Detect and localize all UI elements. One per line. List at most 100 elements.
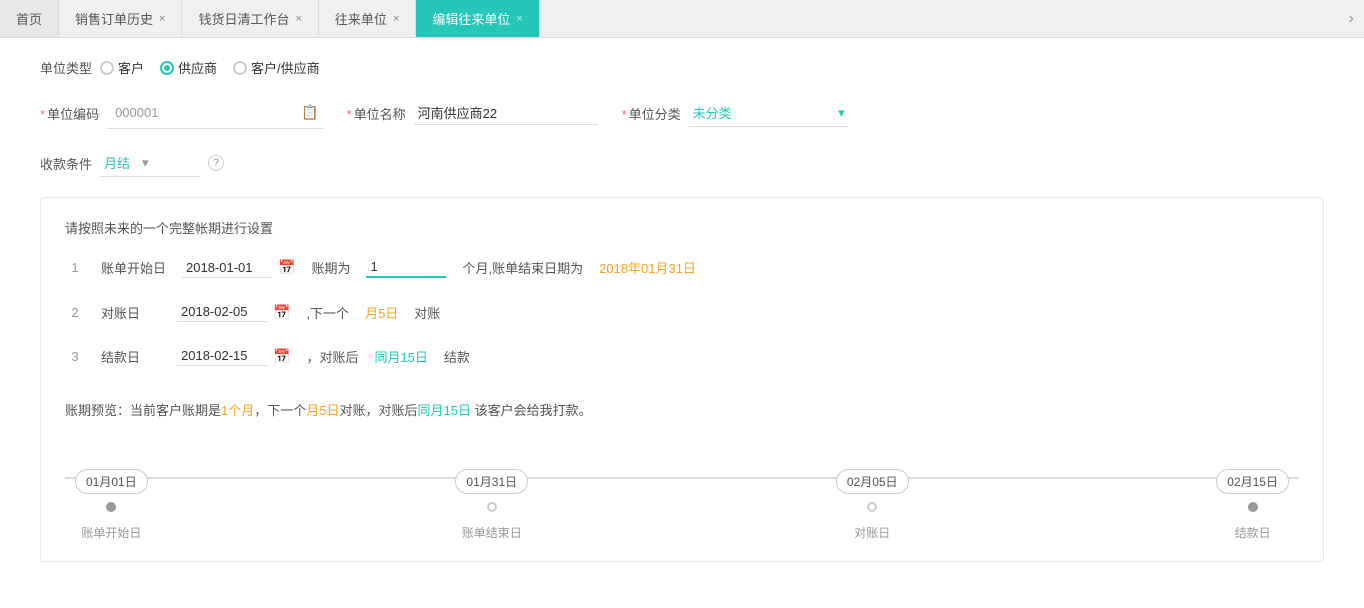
chevron-down-icon: ▾	[838, 105, 845, 121]
radio-circle-both	[233, 61, 247, 75]
preview-payment-day: 同月15日	[418, 403, 471, 418]
preview-part-1: 账期预览：当前客户账期是	[65, 403, 221, 418]
unit-code-input[interactable]	[111, 101, 295, 124]
payment-date-text: 2018-02-15	[177, 346, 267, 366]
timeline-badge-0: 01月01日	[75, 469, 148, 494]
timeline-dot-3	[1248, 502, 1258, 512]
preview-months: 1个月	[221, 403, 254, 418]
setting-row-2: 2 对账日 2018-02-05 📅 ,下一个 月5日 对账	[65, 302, 1299, 322]
setting-row-date-1: 2018-01-01 📅	[182, 258, 295, 278]
recon-highlight: 月5日	[365, 303, 398, 322]
start-date-text: 2018-01-01	[182, 258, 272, 278]
preview-text: 账期预览：当前客户账期是1个月，下一个月5日对账，对账后同月15日 该客户会给我…	[65, 390, 1299, 429]
settings-box: 请按照未来的一个完整帐期进行设置 1 账单开始日 2018-01-01 📅 账期…	[40, 197, 1324, 562]
setting-row-num-2: 2	[65, 305, 85, 320]
settings-box-title: 请按照未来的一个完整帐期进行设置	[65, 218, 1299, 237]
period-input[interactable]	[366, 257, 446, 278]
radio-supplier[interactable]: 供应商	[160, 58, 217, 77]
tab-more-button[interactable]: ›	[1339, 10, 1364, 28]
timeline-dot-2	[867, 502, 877, 512]
tab-sales-history[interactable]: 销售订单历史 ×	[59, 0, 182, 37]
timeline-badge-3: 02月15日	[1216, 469, 1289, 494]
unit-type-label: 单位类型	[40, 58, 92, 77]
tab-cash-work-close[interactable]: ×	[295, 13, 301, 25]
payment-date-calendar-icon[interactable]: 📅	[273, 348, 290, 365]
setting-row-date-3: 2018-02-15 📅	[177, 346, 290, 366]
setting-row-num-1: 1	[65, 260, 85, 275]
preview-part-4: 该客户会给我打款。	[471, 403, 592, 418]
tab-sales-history-label: 销售订单历史	[75, 9, 153, 28]
timeline-label-2: 对账日	[854, 524, 890, 541]
unit-classify-select-wrap: 未分类 ▾	[689, 99, 849, 127]
start-date-calendar-icon[interactable]: 📅	[278, 259, 295, 276]
tab-unit-label: 往来单位	[335, 9, 387, 28]
payment-label: 收款条件	[40, 154, 92, 173]
preview-part-2: ，下一个	[254, 403, 306, 418]
radio-supplier-label: 供应商	[178, 58, 217, 77]
timeline-badge-1: 01月31日	[455, 469, 528, 494]
timeline-point-2: 02月05日 对账日	[836, 469, 909, 541]
unit-type-row: 单位类型 客户 供应商 客户/供应商	[40, 58, 1324, 77]
unit-code-field: *单位编码 📋	[40, 97, 323, 129]
setting-row-label-3: 结款日	[101, 347, 161, 366]
setting-row-desc-suffix-1: 个月,账单结束日期为	[462, 258, 583, 277]
tab-edit-unit-label: 编辑往来单位	[432, 9, 510, 28]
tab-unit-close[interactable]: ×	[393, 13, 399, 25]
unit-name-input[interactable]	[414, 101, 598, 125]
tab-cash-work-label: 钱货日清工作台	[198, 9, 289, 28]
setting-row-desc-suffix-2: 对账	[414, 303, 440, 322]
unit-classify-value: 未分类	[693, 103, 732, 122]
help-icon[interactable]: ?	[208, 155, 224, 171]
recon-date-text: 2018-02-05	[177, 302, 267, 322]
tab-edit-unit-close[interactable]: ×	[516, 13, 522, 25]
tab-sales-history-close[interactable]: ×	[159, 13, 165, 25]
radio-circle-customer	[100, 61, 114, 75]
timeline-label-0: 账单开始日	[81, 524, 141, 541]
unit-code-icon[interactable]: 📋	[301, 104, 318, 121]
setting-row-1: 1 账单开始日 2018-01-01 📅 账期为 个月,账单结束日期为 2018…	[65, 257, 1299, 278]
timeline-label-3: 结款日	[1235, 524, 1271, 541]
timeline-dot-0	[106, 502, 116, 512]
payment-value: 月结	[104, 153, 130, 172]
setting-row-label-1: 账单开始日	[101, 258, 166, 277]
setting-row-3: 3 结款日 2018-02-15 📅 ，对账后 同月15日 结款	[65, 346, 1299, 366]
recon-date-calendar-icon[interactable]: 📅	[273, 304, 290, 321]
preview-recon-day: 月5日	[306, 403, 339, 418]
timeline-point-3: 02月15日 结款日	[1216, 469, 1289, 541]
timeline-point-0: 01月01日 账单开始日	[75, 469, 148, 541]
payment-highlight: 同月15日	[374, 347, 427, 366]
unit-type-field: 单位类型 客户 供应商 客户/供应商	[40, 58, 320, 77]
radio-both-label: 客户/供应商	[251, 58, 320, 77]
unit-info-row: *单位编码 📋 *单位名称 *单位分类 未分类 ▾	[40, 97, 1324, 129]
radio-customer-label: 客户	[118, 58, 144, 77]
unit-classify-select[interactable]: 未分类 ▾	[689, 99, 849, 127]
tab-cash-work[interactable]: 钱货日清工作台 ×	[182, 0, 318, 37]
preview-part-3: 对账，对账后	[340, 403, 418, 418]
required-star-classify: *	[622, 107, 627, 122]
unit-name-label: *单位名称	[347, 104, 406, 123]
timeline-label-1: 账单结束日	[462, 524, 522, 541]
payment-field: 收款条件 月结 ▾ ?	[40, 149, 224, 177]
timeline: 01月01日 账单开始日 01月31日 账单结束日 02月05日 对账日 02月…	[65, 449, 1299, 541]
payment-select[interactable]: 月结 ▾	[100, 149, 200, 177]
unit-name-field: *单位名称	[347, 101, 598, 125]
tab-edit-unit[interactable]: 编辑往来单位 ×	[416, 0, 539, 37]
period-end-date: 2018年01月31日	[599, 258, 696, 277]
page-content: 单位类型 客户 供应商 客户/供应商 *单位编码	[0, 38, 1364, 608]
timeline-badge-2: 02月05日	[836, 469, 909, 494]
radio-circle-supplier	[160, 61, 174, 75]
setting-row-date-2: 2018-02-05 📅	[177, 302, 290, 322]
required-star-name: *	[347, 107, 352, 122]
setting-row-num-3: 3	[65, 349, 85, 364]
unit-classify-label: *单位分类	[622, 104, 681, 123]
radio-both[interactable]: 客户/供应商	[233, 58, 320, 77]
tab-unit[interactable]: 往来单位 ×	[319, 0, 416, 37]
setting-row-desc-suffix-3: 结款	[444, 347, 470, 366]
tab-home[interactable]: 首页	[0, 0, 59, 37]
setting-row-label-2: 对账日	[101, 303, 161, 322]
setting-row-desc-prefix-3: ，对账后	[306, 347, 358, 366]
payment-row: 收款条件 月结 ▾ ?	[40, 149, 1324, 177]
timeline-points: 01月01日 账单开始日 01月31日 账单结束日 02月05日 对账日 02月…	[75, 469, 1289, 541]
payment-chevron-icon: ▾	[142, 155, 149, 171]
radio-customer[interactable]: 客户	[100, 58, 144, 77]
